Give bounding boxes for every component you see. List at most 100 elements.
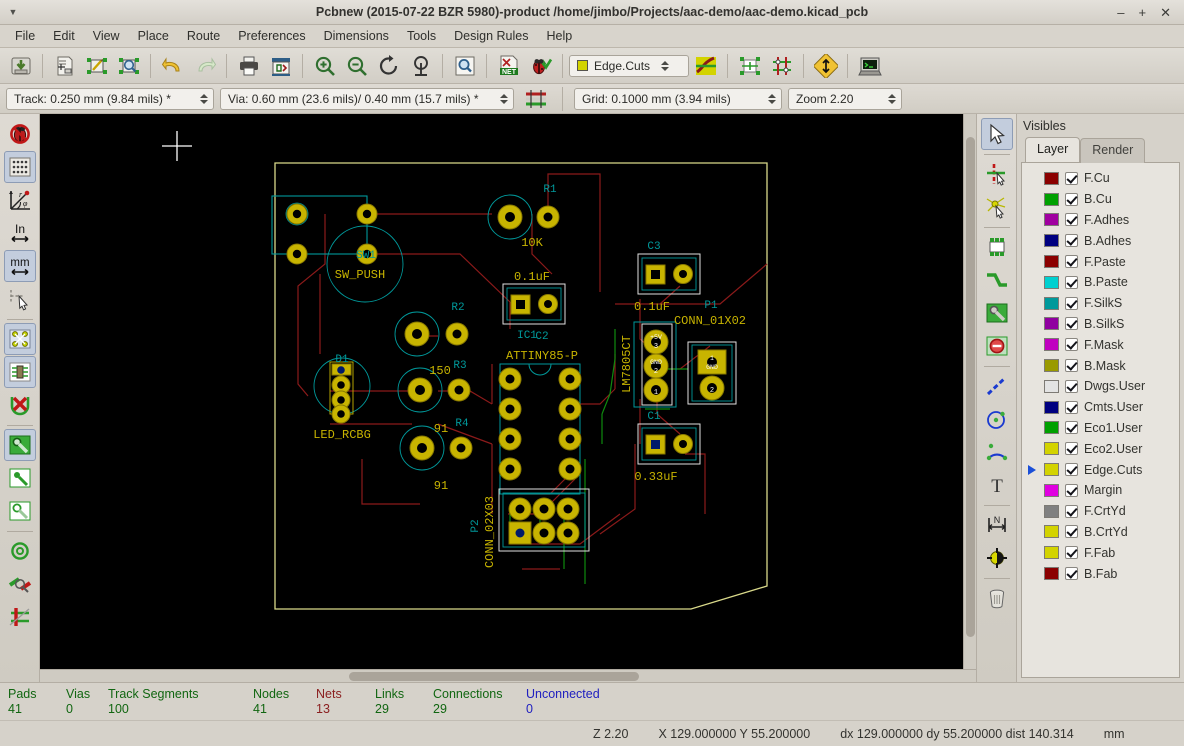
layer-row[interactable]: Eco1.User <box>1022 418 1179 439</box>
footprint-icon[interactable] <box>981 231 1013 263</box>
layer-visibility-checkbox[interactable] <box>1065 525 1078 539</box>
menu-design-rules[interactable]: Design Rules <box>445 27 537 45</box>
canvas-horizontal-scrollbar[interactable] <box>40 669 976 682</box>
layer-color-swatch[interactable] <box>1044 504 1059 518</box>
menu-file[interactable]: File <box>6 27 44 45</box>
zoom-out-icon[interactable] <box>341 51 372 81</box>
menu-preferences[interactable]: Preferences <box>229 27 314 45</box>
track-width-select[interactable]: Track: 0.250 mm (9.84 mils) * <box>6 87 214 110</box>
grid-size-spinner[interactable] <box>766 93 778 104</box>
netlist-icon[interactable]: NET <box>493 51 524 81</box>
redo-icon[interactable] <box>189 51 220 81</box>
trash-icon[interactable] <box>981 582 1013 614</box>
tab-layer[interactable]: Layer <box>1025 137 1081 162</box>
layer-visibility-checkbox[interactable] <box>1065 338 1078 352</box>
active-layer-select[interactable]: Edge.Cuts <box>569 54 689 77</box>
layer-visibility-checkbox[interactable] <box>1065 171 1078 185</box>
layer-visibility-checkbox[interactable] <box>1065 400 1078 414</box>
layer-visibility-checkbox[interactable] <box>1065 463 1078 477</box>
layer-color-swatch[interactable] <box>1044 275 1059 289</box>
text-icon[interactable]: T <box>981 469 1013 501</box>
layer-color-swatch[interactable] <box>1044 255 1059 269</box>
horizontal-scroll-thumb[interactable] <box>348 672 640 681</box>
layer-row[interactable]: Edge.Cuts <box>1022 459 1179 480</box>
layer-visibility-checkbox[interactable] <box>1065 546 1078 560</box>
layer-row[interactable]: B.Cu <box>1022 189 1179 210</box>
undo-icon[interactable] <box>157 51 188 81</box>
auto-track-width-icon[interactable] <box>520 84 551 114</box>
layer-color-swatch[interactable] <box>1044 567 1059 581</box>
layer-color-swatch[interactable] <box>1044 338 1059 352</box>
via-size-select[interactable]: Via: 0.60 mm (23.6 mils)/ 0.40 mm (15.7 … <box>220 87 514 110</box>
find-icon[interactable] <box>449 51 480 81</box>
maximize-button[interactable]: + <box>1139 6 1147 19</box>
layer-color-swatch[interactable] <box>1044 442 1059 456</box>
layer-row[interactable]: Margin <box>1022 480 1179 501</box>
layer-color-swatch[interactable] <box>1044 213 1059 227</box>
layer-color-swatch[interactable] <box>1044 483 1059 497</box>
layer-select-spinner[interactable] <box>659 60 671 71</box>
layer-visibility-checkbox[interactable] <box>1065 359 1078 373</box>
zone-unfilled-icon[interactable] <box>4 495 36 527</box>
close-button[interactable]: ✕ <box>1160 6 1171 19</box>
menu-view[interactable]: View <box>84 27 129 45</box>
window-menu-icon[interactable]: ▼ <box>0 7 26 17</box>
pcb-canvas[interactable]: SW1 SW_PUSH R1 10K R2 R3 150 R4 91 91 D1… <box>40 114 976 682</box>
module-ratsnest-icon[interactable] <box>3 356 36 388</box>
zoom-in-icon[interactable] <box>309 51 340 81</box>
track-icon[interactable] <box>981 264 1013 296</box>
graphic-line-icon[interactable] <box>981 370 1013 402</box>
pcb-drawing[interactable]: SW1 SW_PUSH R1 10K R2 R3 150 R4 91 91 D1… <box>40 114 975 673</box>
grid-size-select[interactable]: Grid: 0.1000 mm (3.94 mils) <box>574 87 782 110</box>
zone-filled-icon[interactable] <box>3 429 36 461</box>
layer-color-swatch[interactable] <box>1044 546 1059 560</box>
layer-row[interactable]: F.Mask <box>1022 334 1179 355</box>
layer-visibility-checkbox[interactable] <box>1065 483 1078 497</box>
layer-row[interactable]: F.SilkS <box>1022 293 1179 314</box>
contrast-mode-icon[interactable] <box>4 601 36 633</box>
keepout-icon[interactable] <box>981 330 1013 362</box>
menu-help[interactable]: Help <box>537 27 581 45</box>
layer-row[interactable]: Cmts.User <box>1022 397 1179 418</box>
layer-color-swatch[interactable] <box>1044 463 1059 477</box>
menu-route[interactable]: Route <box>178 27 229 45</box>
layer-row[interactable]: F.Cu <box>1022 168 1179 189</box>
minimize-button[interactable]: – <box>1117 6 1124 19</box>
cursor-arrow-icon[interactable] <box>980 118 1013 150</box>
layer-row[interactable]: B.SilkS <box>1022 314 1179 335</box>
track-mode-icon[interactable] <box>690 51 721 81</box>
layer-visibility-checkbox[interactable] <box>1065 192 1078 206</box>
track-width-spinner[interactable] <box>198 93 210 104</box>
layer-visibility-checkbox[interactable] <box>1065 234 1078 248</box>
layer-color-swatch[interactable] <box>1044 525 1059 539</box>
layer-row[interactable]: B.Paste <box>1022 272 1179 293</box>
layer-color-swatch[interactable] <box>1044 192 1059 206</box>
layer-visibility-checkbox[interactable] <box>1065 213 1078 227</box>
layer-visibility-checkbox[interactable] <box>1065 255 1078 269</box>
layer-visibility-checkbox[interactable] <box>1065 379 1078 393</box>
origin-target-icon[interactable] <box>981 542 1013 574</box>
local-ratsnest-icon[interactable] <box>981 191 1013 223</box>
inches-icon[interactable]: In <box>4 217 36 249</box>
zoom-select[interactable]: Zoom 2.20 <box>788 87 902 110</box>
layer-color-swatch[interactable] <box>1044 359 1059 373</box>
layer-row[interactable]: B.Adhes <box>1022 230 1179 251</box>
hv45-icon[interactable] <box>810 51 841 81</box>
auto-delete-track-icon[interactable] <box>4 389 36 421</box>
module-editor-icon[interactable] <box>81 51 112 81</box>
layer-row[interactable]: F.Paste <box>1022 251 1179 272</box>
console-icon[interactable] <box>854 51 885 81</box>
save-icon[interactable] <box>5 51 36 81</box>
via-size-spinner[interactable] <box>498 93 510 104</box>
ratsnest-icon[interactable] <box>766 51 797 81</box>
layer-color-swatch[interactable] <box>1044 379 1059 393</box>
layer-color-swatch[interactable] <box>1044 421 1059 435</box>
layer-color-swatch[interactable] <box>1044 171 1059 185</box>
menu-tools[interactable]: Tools <box>398 27 445 45</box>
menu-place[interactable]: Place <box>129 27 178 45</box>
layer-visibility-checkbox[interactable] <box>1065 567 1078 581</box>
tab-render[interactable]: Render <box>1080 138 1146 163</box>
module-viewer-icon[interactable] <box>113 51 144 81</box>
layer-row[interactable]: B.Mask <box>1022 355 1179 376</box>
polar-coords-icon[interactable]: r φ <box>4 184 36 216</box>
